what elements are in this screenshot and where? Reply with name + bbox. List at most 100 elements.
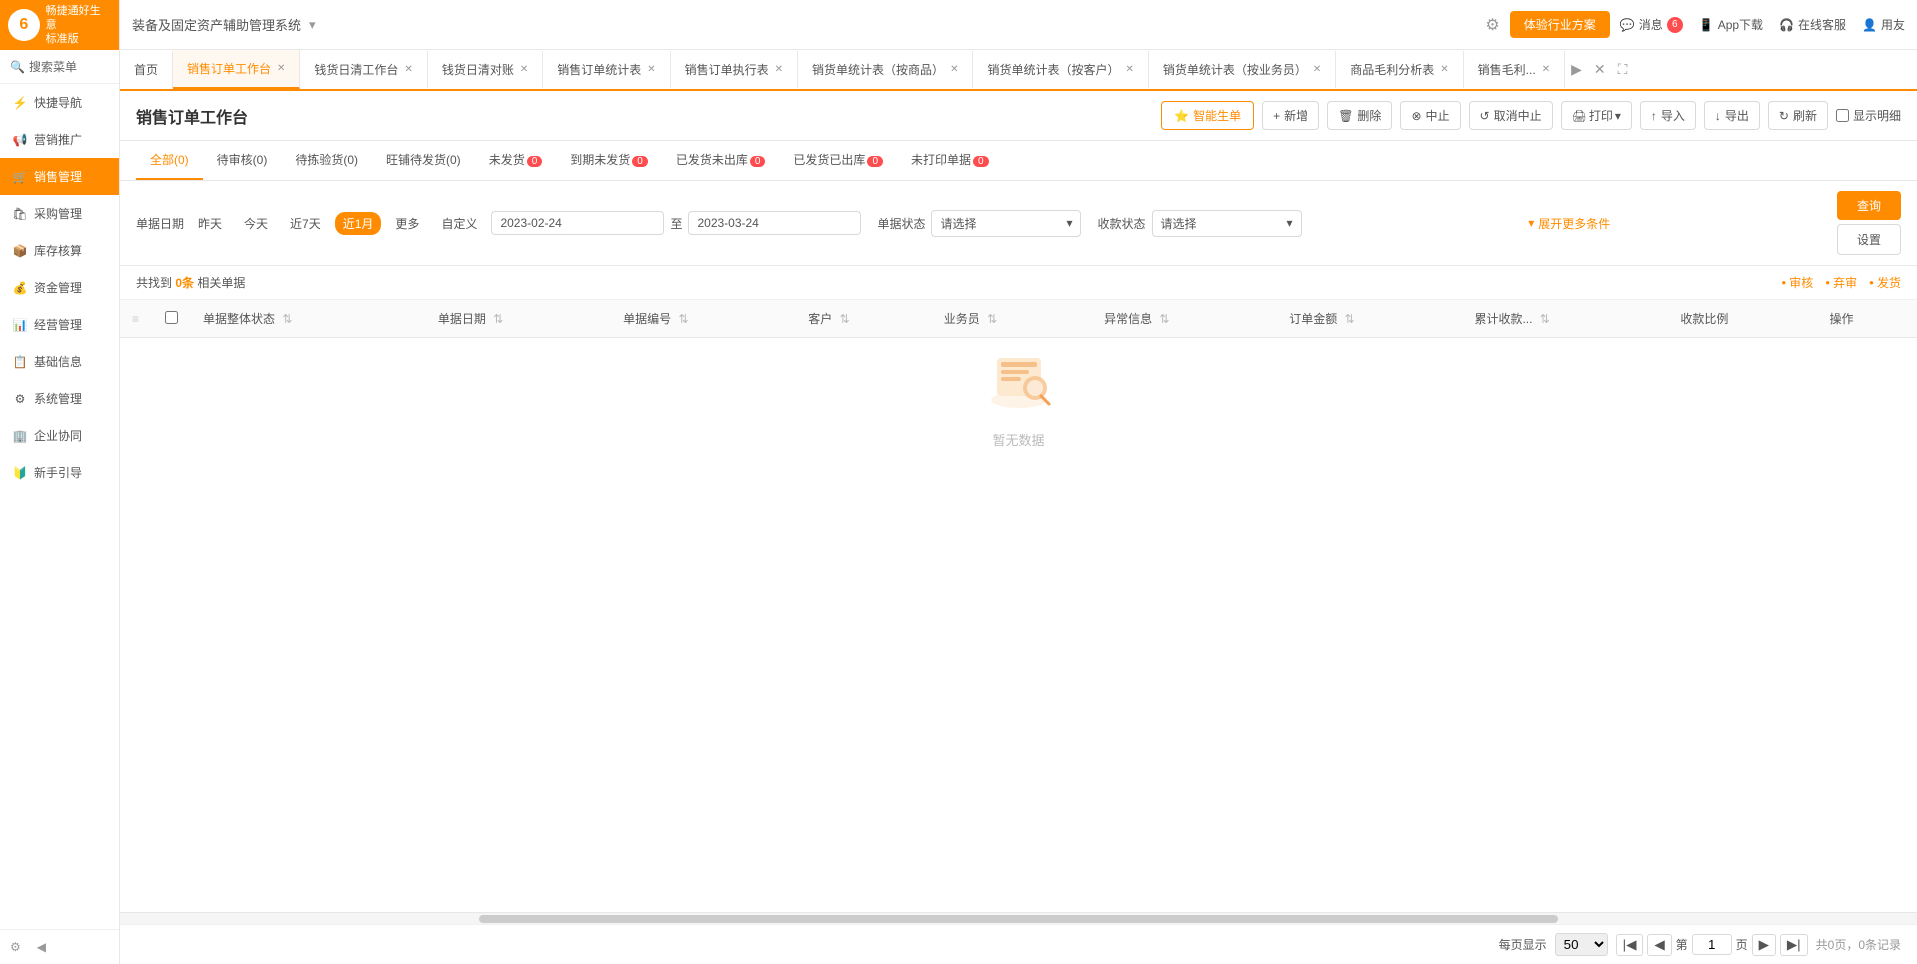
tab-close-reconcile[interactable]: ✕	[520, 64, 528, 75]
tab-reconcile[interactable]: 钱货日清对账 ✕	[428, 51, 543, 88]
tab-scroll-right[interactable]: ▶	[1565, 61, 1588, 78]
cancel-review-action[interactable]: 弃审	[1825, 274, 1857, 291]
filter-tab-overdue-ship[interactable]: 到期未发货0	[556, 141, 662, 180]
app-download-action[interactable]: 📱 App下载	[1699, 16, 1763, 33]
tab-sales-order[interactable]: 销售订单工作台 ✕	[173, 50, 300, 89]
tab-close-sales-by-agent[interactable]: ✕	[1313, 64, 1321, 75]
solution-button[interactable]: 体验行业方案	[1510, 11, 1610, 38]
col-amount[interactable]: 订单金额 ⇅	[1277, 300, 1462, 338]
sidebar-item-quicknav[interactable]: ⚡ 快捷导航	[0, 84, 119, 121]
sidebar-item-guide[interactable]: 🔰 新手引导	[0, 454, 119, 491]
per-page-select[interactable]: 50 100 200	[1555, 933, 1608, 956]
filter-tab-wangpu[interactable]: 旺铺待发货(0)	[372, 141, 475, 180]
sidebar-item-operations[interactable]: 📊 经营管理	[0, 306, 119, 343]
sidebar-search[interactable]: 🔍 搜索菜单	[0, 50, 119, 84]
col-number[interactable]: 单据编号 ⇅	[611, 300, 796, 338]
tab-sales-margin[interactable]: 销售毛利... ✕	[1464, 51, 1565, 88]
setting-button[interactable]: 设置	[1837, 224, 1901, 255]
status-select[interactable]: 请选择 ▾	[931, 210, 1081, 237]
add-button[interactable]: + 新增	[1262, 101, 1319, 130]
user-action[interactable]: 👤 用友	[1862, 16, 1905, 33]
tab-home[interactable]: 首页	[120, 51, 173, 88]
message-action[interactable]: 💬 消息 6	[1620, 16, 1683, 33]
col-checkbox[interactable]	[151, 300, 191, 338]
col-agent[interactable]: 业务员 ⇅	[932, 300, 1092, 338]
flash-icon: ⚡	[12, 95, 28, 111]
sidebar-item-purchase[interactable]: 🛍 采购管理	[0, 195, 119, 232]
select-all-checkbox[interactable]	[165, 311, 178, 324]
tab-fullscreen[interactable]: ⛶	[1612, 61, 1634, 78]
tab-close-sales-margin[interactable]: ✕	[1542, 64, 1550, 75]
payment-select[interactable]: 请选择 ▾	[1152, 210, 1302, 237]
filter-tab-pending-review[interactable]: 待审核(0)	[203, 141, 282, 180]
date-custom[interactable]: 自定义	[433, 212, 485, 235]
filter-tab-pending-inspect[interactable]: 待拣验货(0)	[281, 141, 372, 180]
date-today[interactable]: 今天	[236, 212, 276, 235]
chevron-down-icon[interactable]: ▾	[309, 17, 316, 33]
export-button[interactable]: ↓ 导出	[1704, 101, 1760, 130]
date-from-input[interactable]	[491, 211, 664, 235]
tab-cashflow[interactable]: 钱货日清工作台 ✕	[300, 51, 427, 88]
tab-close-margin-analysis[interactable]: ✕	[1440, 64, 1448, 75]
tab-sales-by-agent[interactable]: 销货单统计表（按业务员） ✕	[1149, 51, 1336, 88]
online-service-action[interactable]: 🎧 在线客服	[1779, 16, 1846, 33]
ship-action[interactable]: 发货	[1869, 274, 1901, 291]
col-customer[interactable]: 客户 ⇅	[796, 300, 931, 338]
tab-close-order-exec[interactable]: ✕	[775, 64, 783, 75]
delete-button[interactable]: 🗑 删除	[1327, 101, 1392, 130]
sidebar-settings-icon[interactable]: ⚙	[10, 940, 21, 954]
tab-close-cashflow[interactable]: ✕	[404, 64, 412, 75]
cancel-stop-button[interactable]: ↺ 取消中止	[1469, 101, 1553, 130]
date-to-input[interactable]	[688, 211, 861, 235]
horizontal-scrollbar[interactable]	[479, 915, 1557, 923]
tab-sales-by-product[interactable]: 销货单统计表（按商品） ✕	[798, 51, 973, 88]
col-date[interactable]: 单据日期 ⇅	[426, 300, 611, 338]
filter-tab-unprinted[interactable]: 未打印单据0	[897, 141, 1003, 180]
settings-icon[interactable]: ⚙	[1485, 15, 1499, 35]
tab-close-sales-by-product[interactable]: ✕	[950, 64, 958, 75]
next-page-button[interactable]: ▶	[1752, 934, 1776, 956]
sidebar-item-marketing[interactable]: 📢 营销推广	[0, 121, 119, 158]
filter-tab-all[interactable]: 全部(0)	[136, 141, 203, 180]
sidebar-item-inventory[interactable]: 📦 库存核算	[0, 232, 119, 269]
date-1month[interactable]: 近1月	[335, 212, 382, 235]
filter-tab-shipped-not-out[interactable]: 已发货未出库0	[662, 141, 780, 180]
col-exception[interactable]: 异常信息 ⇅	[1092, 300, 1277, 338]
tab-margin-analysis[interactable]: 商品毛利分析表 ✕	[1336, 51, 1463, 88]
sidebar-item-sales[interactable]: 🛒 销售管理	[0, 158, 119, 195]
tab-order-stats[interactable]: 销售订单统计表 ✕	[543, 51, 670, 88]
sidebar-item-finance[interactable]: 💰 资金管理	[0, 269, 119, 306]
filter-tab-shipped-out[interactable]: 已发货已出库0	[779, 141, 897, 180]
first-page-button[interactable]: |◀	[1616, 934, 1644, 956]
sidebar-item-enterprise[interactable]: 🏢 企业协同	[0, 417, 119, 454]
review-action[interactable]: 审核	[1781, 274, 1813, 291]
tab-close-sales-by-customer[interactable]: ✕	[1125, 64, 1133, 75]
stop-button[interactable]: ⊗ 中止	[1400, 101, 1460, 130]
show-detail-checkbox[interactable]	[1836, 109, 1849, 122]
col-collected[interactable]: 累计收款... ⇅	[1462, 300, 1668, 338]
tab-sales-by-customer[interactable]: 销货单统计表（按客户） ✕	[973, 51, 1148, 88]
sidebar-collapse-icon[interactable]: ◀	[37, 940, 46, 954]
col-status[interactable]: 单据整体状态 ⇅	[191, 300, 426, 338]
prev-page-button[interactable]: ◀	[1647, 934, 1671, 956]
date-7days[interactable]: 近7天	[282, 212, 329, 235]
sidebar-item-baseinfo[interactable]: 📋 基础信息	[0, 343, 119, 380]
chevron-down-status-icon: ▾	[1066, 216, 1072, 230]
sidebar-item-system[interactable]: ⚙ 系统管理	[0, 380, 119, 417]
date-more[interactable]: 更多	[387, 212, 427, 235]
refresh-button[interactable]: ↻ 刷新	[1768, 101, 1828, 130]
tab-close-order-stats[interactable]: ✕	[647, 64, 655, 75]
tab-close-sales-order[interactable]: ✕	[277, 63, 285, 74]
filter-tab-unshipped[interactable]: 未发货0	[475, 141, 557, 180]
print-button[interactable]: 🖨 打印 ▾	[1561, 101, 1632, 130]
show-detail-label[interactable]: 显示明细	[1836, 107, 1901, 124]
query-button[interactable]: 查询	[1837, 191, 1901, 220]
page-input[interactable]	[1692, 934, 1732, 955]
date-yesterday[interactable]: 昨天	[190, 212, 230, 235]
tab-order-exec[interactable]: 销售订单执行表 ✕	[671, 51, 798, 88]
import-button[interactable]: ↑ 导入	[1640, 101, 1696, 130]
last-page-button[interactable]: ▶|	[1780, 934, 1808, 956]
smart-order-button[interactable]: ⭐ 智能生单	[1161, 101, 1254, 130]
tab-close-all[interactable]: ✕	[1588, 61, 1612, 78]
expand-more-conditions[interactable]: ▾ 展开更多条件	[1528, 215, 1610, 232]
